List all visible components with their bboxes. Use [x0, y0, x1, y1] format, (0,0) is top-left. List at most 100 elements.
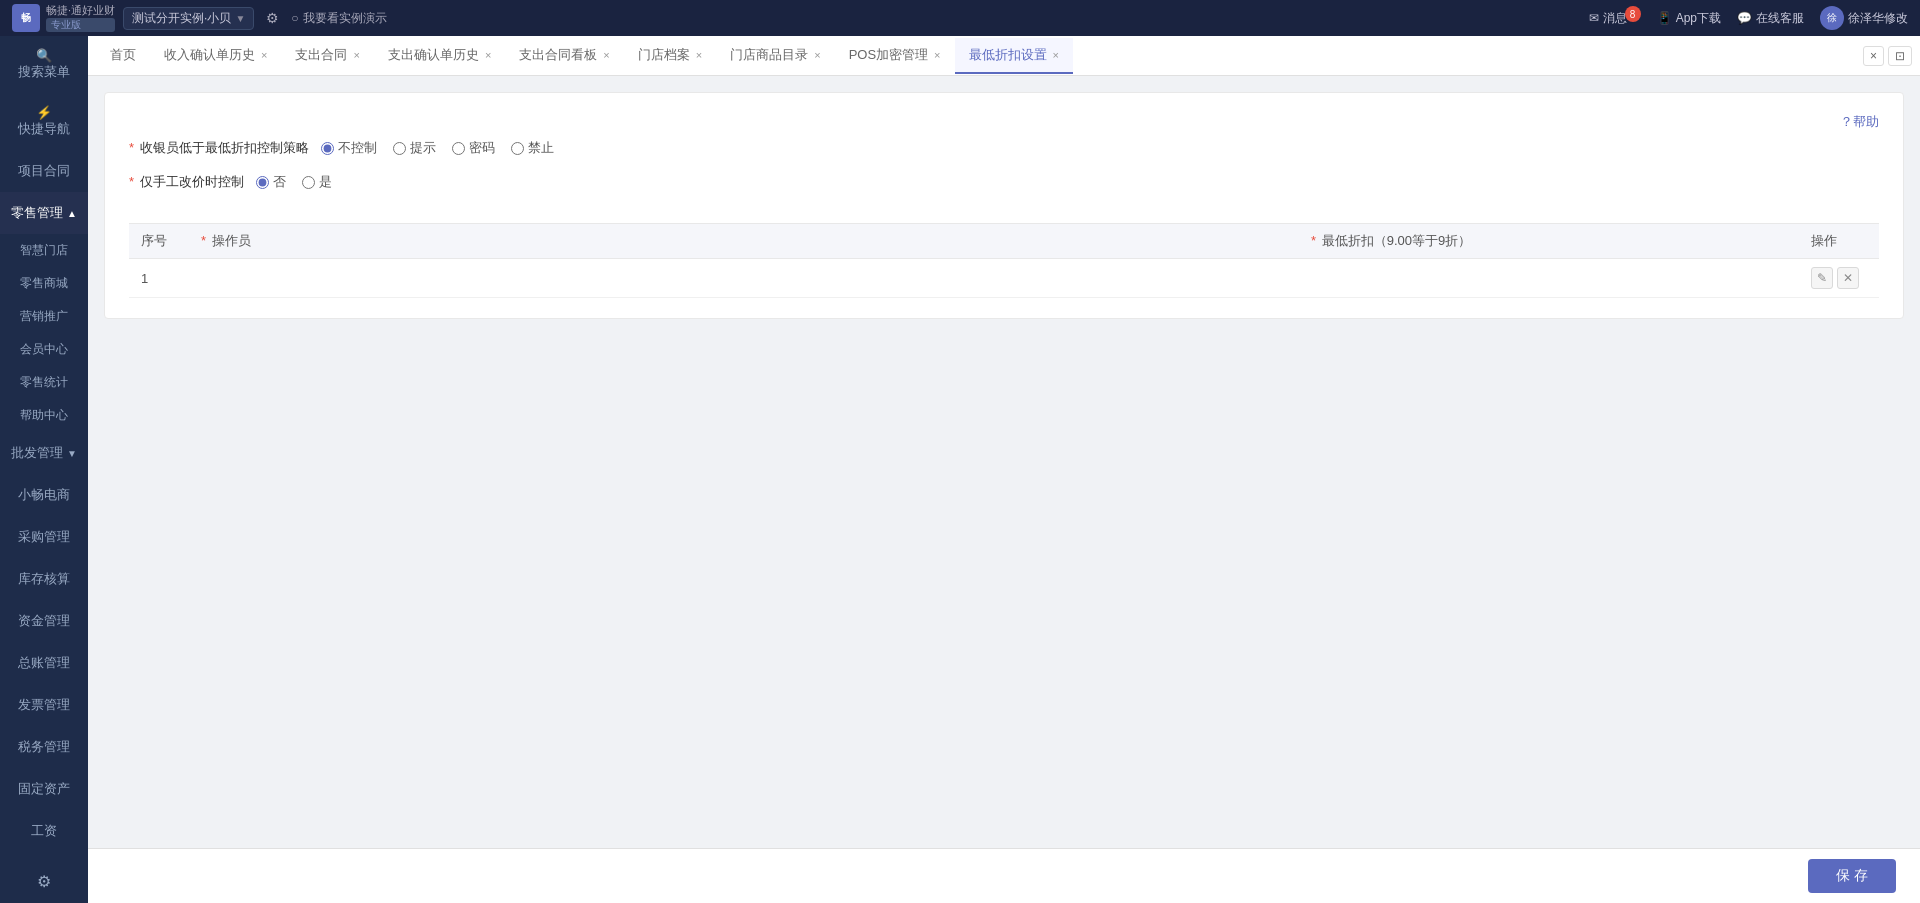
demo-link[interactable]: 我要看实例演示 [291, 10, 386, 27]
sidebar: 🔍 搜索菜单 ⚡ 快捷导航 项目合同 零售管理 ▲ 智慧门店 零售商城 营销推广… [0, 36, 88, 903]
tab-close-payment-confirm-history[interactable]: × [485, 49, 491, 61]
tab-bar: 首页 收入确认单历史 × 支出合同 × 支出确认单历史 × 支出合同看板 × 门… [88, 36, 1920, 76]
tab-pos-lock-mgmt[interactable]: POS加密管理 × [835, 38, 955, 74]
chevron-down-icon: ▼ [67, 448, 77, 459]
settings-icon: ⚙ [37, 873, 51, 890]
sidebar-item-salary[interactable]: 工资 [0, 810, 88, 852]
message-icon: ✉ [1589, 11, 1599, 25]
sidebar-item-tax-mgmt[interactable]: 税务管理 [0, 726, 88, 768]
sidebar-item-marketing[interactable]: 营销推广 [0, 300, 88, 333]
radio-password[interactable] [452, 142, 465, 155]
app-download-button[interactable]: 📱 App下载 [1657, 10, 1721, 27]
sidebar-item-wholesale-mgmt[interactable]: 批发管理 ▼ [0, 432, 88, 474]
radio-manual-no[interactable] [256, 176, 269, 189]
manual-price-radio-group: 否 是 [256, 173, 332, 191]
sidebar-item-ecommerce[interactable]: 小畅电商 [0, 474, 88, 516]
user-profile-button[interactable]: 徐 徐泽华修改 [1820, 6, 1908, 30]
bottom-bar: 保 存 [88, 848, 1920, 903]
row-action-buttons: ✎ ✕ [1811, 267, 1867, 289]
radio-manual-yes[interactable] [302, 176, 315, 189]
avatar: 徐 [1820, 6, 1844, 30]
sidebar-item-inventory[interactable]: 库存核算 [0, 558, 88, 600]
tab-payment-contract[interactable]: 支出合同 × [281, 38, 373, 74]
discount-strategy-row: * 收银员低于最低折扣控制策略 不控制 提示 [129, 139, 1879, 157]
edit-row-button[interactable]: ✎ [1811, 267, 1833, 289]
radio-no-control[interactable] [321, 142, 334, 155]
option-manual-yes[interactable]: 是 [302, 173, 332, 191]
message-badge: 8 [1625, 6, 1641, 22]
sidebar-item-member-center[interactable]: 会员中心 [0, 333, 88, 366]
sidebar-item-fixed-assets[interactable]: 固定资产 [0, 768, 88, 810]
save-button[interactable]: 保 存 [1808, 859, 1896, 893]
shortcut-icon: ⚡ [8, 105, 80, 120]
tab-end-buttons: × ⊡ [1863, 46, 1912, 66]
project-selector[interactable]: 测试分开实例·小贝 ▼ [123, 7, 254, 30]
tab-store-product-catalog[interactable]: 门店商品目录 × [716, 38, 834, 74]
tab-close-payment-contract-board[interactable]: × [603, 49, 609, 61]
top-bar-right: ✉ 消息 8 📱 App下载 💬 在线客服 徐 徐泽华修改 [1589, 6, 1908, 30]
table-row: 1 ✎ ✕ [129, 259, 1879, 298]
cell-seq: 1 [129, 259, 189, 298]
tab-close-payment-contract[interactable]: × [353, 49, 359, 61]
gear-button[interactable]: ⚙ [262, 6, 283, 30]
tab-close-store-file[interactable]: × [696, 49, 702, 61]
manual-price-label: * 仅手工改价时控制 [129, 173, 244, 191]
tab-min-discount-settings[interactable]: 最低折扣设置 × [955, 38, 1073, 74]
cell-operator [189, 259, 1299, 298]
content-area: 首页 收入确认单历史 × 支出合同 × 支出确认单历史 × 支出合同看板 × 门… [88, 36, 1920, 903]
table-header-row: 序号 * 操作员 * 最低折扣（9.00等于9折） 操作 [129, 224, 1879, 259]
option-tip[interactable]: 提示 [393, 139, 436, 157]
option-manual-no[interactable]: 否 [256, 173, 286, 191]
tab-store-file[interactable]: 门店档案 × [624, 38, 716, 74]
logo-area: 畅 畅捷·通好业财 专业版 [12, 4, 115, 32]
help-link[interactable]: ？帮助 [1840, 113, 1879, 131]
sidebar-item-help-center[interactable]: 帮助中心 [0, 399, 88, 432]
tab-home[interactable]: 首页 [96, 38, 150, 74]
sidebar-item-retail-mall[interactable]: 零售商城 [0, 267, 88, 300]
sidebar-item-shortcut[interactable]: ⚡ 快捷导航 [0, 93, 88, 150]
th-operator: * 操作员 [189, 224, 1299, 259]
tab-close-income-confirm-history[interactable]: × [261, 49, 267, 61]
th-seq: 序号 [129, 224, 189, 259]
sidebar-settings-button[interactable]: ⚙ [0, 860, 88, 903]
tab-close-min-discount-settings[interactable]: × [1053, 49, 1059, 61]
sidebar-item-invoice-mgmt[interactable]: 发票管理 [0, 684, 88, 726]
main-container: 🔍 搜索菜单 ⚡ 快捷导航 项目合同 零售管理 ▲ 智慧门店 零售商城 营销推广… [0, 36, 1920, 903]
sidebar-item-project-contract[interactable]: 项目合同 [0, 150, 88, 192]
project-name: 测试分开实例·小贝 [132, 10, 231, 27]
tab-payment-confirm-history[interactable]: 支出确认单历史 × [374, 38, 505, 74]
sidebar-item-search[interactable]: 🔍 搜索菜单 [0, 36, 88, 93]
option-no-control[interactable]: 不控制 [321, 139, 377, 157]
sidebar-item-accounting[interactable]: 总账管理 [0, 642, 88, 684]
sidebar-item-smart-store[interactable]: 智慧门店 [0, 234, 88, 267]
tab-close-pos-lock-mgmt[interactable]: × [934, 49, 940, 61]
online-service-button[interactable]: 💬 在线客服 [1737, 10, 1804, 27]
settings-card: ？帮助 * 收银员低于最低折扣控制策略 不控制 [104, 92, 1904, 319]
sidebar-item-purchase-mgmt[interactable]: 采购管理 [0, 516, 88, 558]
restore-tab-button[interactable]: ⊡ [1888, 46, 1912, 66]
radio-tip[interactable] [393, 142, 406, 155]
brand-name: 畅捷·通好业财 [46, 4, 115, 17]
option-password[interactable]: 密码 [452, 139, 495, 157]
tab-income-confirm-history[interactable]: 收入确认单历史 × [150, 38, 281, 74]
discount-strategy-radio-group: 不控制 提示 密码 禁止 [321, 139, 554, 157]
tab-close-store-product-catalog[interactable]: × [814, 49, 820, 61]
th-action: 操作 [1799, 224, 1879, 259]
th-min-discount: * 最低折扣（9.00等于9折） [1299, 224, 1799, 259]
sidebar-item-finance[interactable]: 资金管理 [0, 600, 88, 642]
messages-button[interactable]: ✉ 消息 8 [1589, 10, 1641, 27]
discount-strategy-label: * 收银员低于最低折扣控制策略 [129, 139, 309, 157]
top-bar: 畅 畅捷·通好业财 专业版 测试分开实例·小贝 ▼ ⚙ 我要看实例演示 ✉ 消息… [0, 0, 1920, 36]
sidebar-item-retail-mgmt[interactable]: 零售管理 ▲ [0, 192, 88, 234]
close-tab-button[interactable]: × [1863, 46, 1884, 66]
cell-min-discount [1299, 259, 1799, 298]
cell-action: ✎ ✕ [1799, 259, 1879, 298]
delete-row-button[interactable]: ✕ [1837, 267, 1859, 289]
radio-ban[interactable] [511, 142, 524, 155]
version-badge: 专业版 [46, 18, 115, 32]
page-content: ？帮助 * 收银员低于最低折扣控制策略 不控制 [88, 76, 1920, 848]
tab-payment-contract-board[interactable]: 支出合同看板 × [505, 38, 623, 74]
option-ban[interactable]: 禁止 [511, 139, 554, 157]
chevron-down-icon: ▼ [235, 13, 245, 24]
sidebar-item-retail-stats[interactable]: 零售统计 [0, 366, 88, 399]
